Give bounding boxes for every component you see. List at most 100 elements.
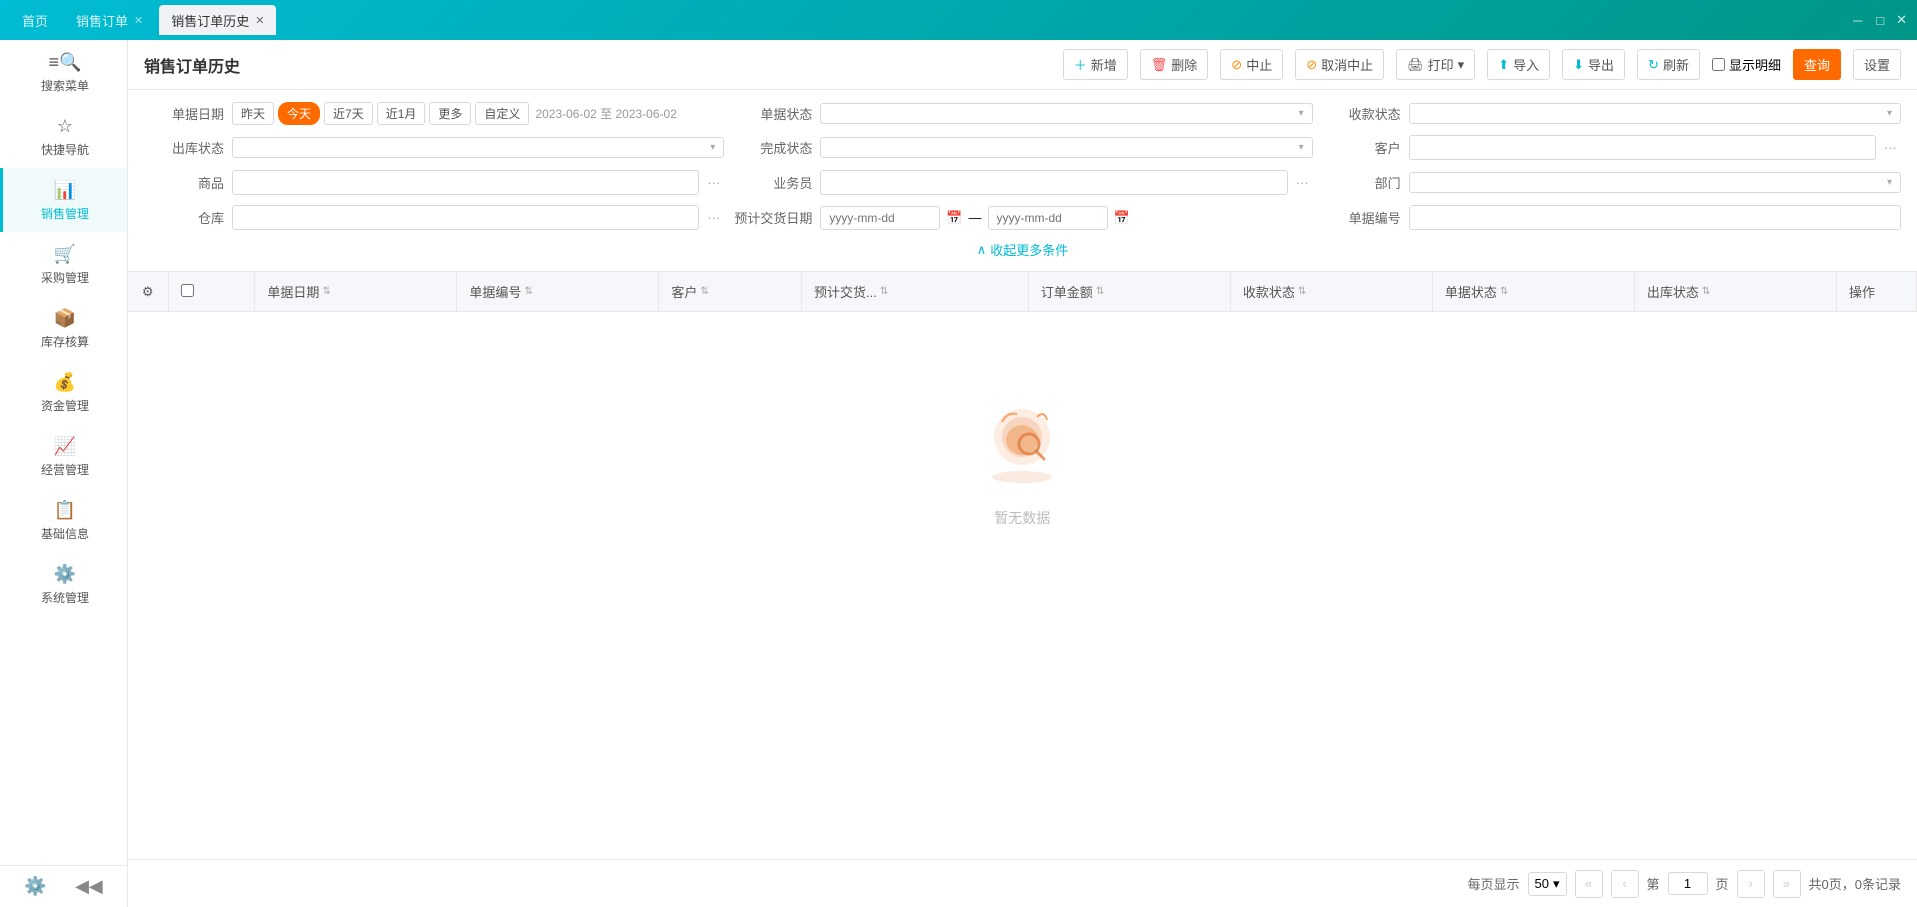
date-btn-more[interactable]: 更多 xyxy=(429,102,471,125)
complete-status-select[interactable]: ▾ xyxy=(820,137,1312,158)
tab-sales-order-history[interactable]: 销售订单历史 ✕ xyxy=(159,5,276,35)
empty-state-cell: 暂无数据 xyxy=(128,312,1917,609)
date-btn-yesterday[interactable]: 昨天 xyxy=(232,102,274,125)
stop-button[interactable]: ⊘ 中止 xyxy=(1220,49,1283,80)
goods-control: ··· xyxy=(232,170,724,195)
sidebar-label-sales: 销售管理 xyxy=(41,205,89,222)
th-settings[interactable]: ⚙ xyxy=(128,272,168,312)
goods-ellipsis[interactable]: ··· xyxy=(703,175,724,190)
bill-no-input[interactable] xyxy=(1409,205,1901,230)
sort-payment-status[interactable]: 收款状态 ⇅ xyxy=(1243,282,1420,301)
display-cols-toggle[interactable]: 显示明细 xyxy=(1712,55,1781,74)
th-customer[interactable]: 客户 ⇅ xyxy=(659,272,802,312)
settings-label: 设置 xyxy=(1864,55,1890,74)
sort-order-amount[interactable]: 订单金额 ⇅ xyxy=(1041,282,1218,301)
refresh-button[interactable]: ↻ 刷新 xyxy=(1637,49,1700,80)
th-expected-delivery-label: 预计交货... xyxy=(814,282,877,301)
sort-expected-delivery[interactable]: 预计交货... ⇅ xyxy=(814,282,1016,301)
sidebar-item-system[interactable]: ⚙️ 系统管理 xyxy=(0,552,127,616)
display-cols-checkbox[interactable] xyxy=(1712,58,1725,71)
calendar-end-icon[interactable]: 📅 xyxy=(1114,210,1130,226)
date-btn-custom[interactable]: 自定义 xyxy=(475,102,529,125)
goods-label: 商品 xyxy=(144,173,224,192)
date-btn-today[interactable]: 今天 xyxy=(278,102,320,125)
th-out-status-label: 出库状态 xyxy=(1647,282,1699,301)
dept-select[interactable]: ▾ xyxy=(1409,172,1901,193)
sidebar-label-quick-nav: 快捷导航 xyxy=(41,141,89,158)
tab-sales-order[interactable]: 销售订单 ✕ xyxy=(64,5,155,35)
collapse-up-icon: ∧ xyxy=(977,242,987,258)
bill-status-select[interactable]: ▾ xyxy=(820,103,1312,124)
out-status-select[interactable]: ▾ xyxy=(232,137,724,158)
sidebar-item-operation[interactable]: 📈 经营管理 xyxy=(0,424,127,488)
settings-gear-icon[interactable]: ⚙ xyxy=(142,284,154,299)
customer-ellipsis[interactable]: ··· xyxy=(1880,140,1901,155)
sort-bill-no[interactable]: 单据编号 ⇅ xyxy=(469,282,646,301)
sort-bill-status[interactable]: 单据状态 ⇅ xyxy=(1445,282,1622,301)
th-payment-status[interactable]: 收款状态 ⇅ xyxy=(1230,272,1432,312)
sidebar-item-quick-nav[interactable]: ☆ 快捷导航 xyxy=(0,104,127,168)
maximize-icon[interactable]: □ xyxy=(1876,13,1884,28)
delete-button[interactable]: 🗑 删除 xyxy=(1140,49,1209,80)
next-page-button[interactable]: › xyxy=(1737,870,1765,898)
query-button[interactable]: 查询 xyxy=(1793,49,1841,80)
warehouse-ellipsis[interactable]: ··· xyxy=(703,210,724,225)
date-btn-last1m[interactable]: 近1月 xyxy=(377,102,426,125)
delivery-date-start-input[interactable] xyxy=(820,206,940,230)
salesperson-input[interactable] xyxy=(820,170,1287,195)
th-expected-delivery[interactable]: 预计交货... ⇅ xyxy=(802,272,1029,312)
customer-input[interactable] xyxy=(1409,135,1876,160)
sidebar-collapse-icon[interactable]: ◀◀ xyxy=(75,876,103,897)
tab-home[interactable]: 首页 xyxy=(10,5,60,35)
plus-icon: ＋ xyxy=(1074,55,1087,74)
sidebar-item-purchase[interactable]: 🛒 采购管理 xyxy=(0,232,127,296)
sidebar-item-sales[interactable]: 📊 销售管理 xyxy=(0,168,127,232)
first-page-button[interactable]: « xyxy=(1575,870,1603,898)
sidebar-item-search[interactable]: ≡🔍 搜索菜单 xyxy=(0,40,127,104)
page-number-input[interactable] xyxy=(1668,872,1708,895)
goods-input[interactable] xyxy=(232,170,699,195)
settings-button[interactable]: 设置 xyxy=(1853,49,1901,80)
tab-sales-order-history-close[interactable]: ✕ xyxy=(255,14,264,27)
prev-page-button[interactable]: ‹ xyxy=(1611,870,1639,898)
sidebar-label-finance: 资金管理 xyxy=(41,397,89,414)
select-all-checkbox[interactable] xyxy=(181,284,194,297)
sort-customer[interactable]: 客户 ⇅ xyxy=(671,282,789,301)
per-page-select[interactable]: 50 ▾ xyxy=(1528,872,1567,896)
tab-sales-order-close[interactable]: ✕ xyxy=(134,14,143,27)
th-bill-date[interactable]: 单据日期 ⇅ xyxy=(255,272,457,312)
collapse-button[interactable]: ∧ 收起更多条件 xyxy=(144,240,1901,259)
sidebar-item-finance[interactable]: 💰 资金管理 xyxy=(0,360,127,424)
export-button[interactable]: ⬇ 导出 xyxy=(1562,49,1625,80)
th-customer-label: 客户 xyxy=(671,282,697,301)
complete-status-label: 完成状态 xyxy=(732,138,812,157)
sort-out-status[interactable]: 出库状态 ⇅ xyxy=(1647,282,1824,301)
print-button[interactable]: 🖨 打印 ▾ xyxy=(1396,49,1475,80)
th-order-amount[interactable]: 订单金额 ⇅ xyxy=(1028,272,1230,312)
th-bill-no[interactable]: 单据编号 ⇅ xyxy=(457,272,659,312)
quick-nav-icon: ☆ xyxy=(57,116,73,137)
date-btn-last7[interactable]: 近7天 xyxy=(324,102,373,125)
delivery-date-end-input[interactable] xyxy=(988,206,1108,230)
new-button[interactable]: ＋ 新增 xyxy=(1063,49,1128,80)
sidebar-item-inventory[interactable]: 📦 库存核算 xyxy=(0,296,127,360)
last-page-button[interactable]: » xyxy=(1773,870,1801,898)
th-bill-no-label: 单据编号 xyxy=(469,282,521,301)
minimize-icon[interactable]: － xyxy=(1851,11,1864,30)
calendar-start-icon[interactable]: 📅 xyxy=(946,210,962,226)
close-icon[interactable]: ✕ xyxy=(1896,12,1907,28)
pagination-bar: 每页显示 50 ▾ « ‹ 第 页 › » 共0页，0条记录 xyxy=(128,859,1917,907)
sidebar-settings-icon[interactable]: ⚙️ xyxy=(24,876,46,897)
refresh-label: 刷新 xyxy=(1663,55,1689,74)
warehouse-input[interactable] xyxy=(232,205,699,230)
purchase-icon: 🛒 xyxy=(54,244,76,265)
th-bill-status[interactable]: 单据状态 ⇅ xyxy=(1432,272,1634,312)
payment-status-select[interactable]: ▾ xyxy=(1409,103,1901,124)
sort-bill-date[interactable]: 单据日期 ⇅ xyxy=(267,282,444,301)
cancel-stop-button[interactable]: ⊘ 取消中止 xyxy=(1295,49,1384,80)
export-icon: ⬇ xyxy=(1573,57,1584,73)
salesperson-ellipsis[interactable]: ··· xyxy=(1292,175,1313,190)
sidebar-item-basic-info[interactable]: 📋 基础信息 xyxy=(0,488,127,552)
import-button[interactable]: ⬆ 导入 xyxy=(1487,49,1550,80)
th-out-status[interactable]: 出库状态 ⇅ xyxy=(1634,272,1836,312)
